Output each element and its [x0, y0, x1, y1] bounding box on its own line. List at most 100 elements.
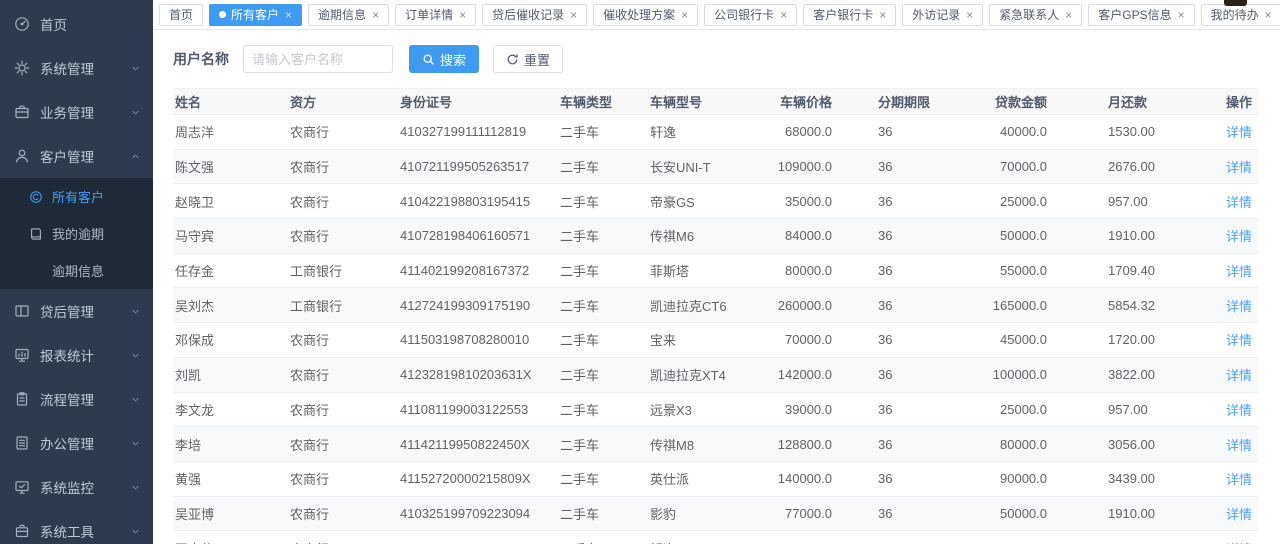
cell-term: 36 — [838, 392, 943, 427]
tab-label: 客户银行卡 — [813, 6, 873, 23]
cell-model: 传祺M6 — [648, 219, 768, 254]
close-icon[interactable]: × — [285, 9, 292, 21]
detail-link[interactable]: 详情 — [1226, 229, 1252, 244]
detail-link[interactable]: 详情 — [1226, 472, 1252, 487]
cell-monthly: 5854.32 — [1053, 288, 1168, 323]
tab-贷后催收记录[interactable]: 贷后催收记录 × — [482, 4, 587, 26]
reset-button[interactable]: 重置 — [493, 45, 563, 73]
cell-price: 35000.0 — [768, 184, 838, 219]
cell-loan: 55000.0 — [943, 253, 1053, 288]
tab-紧急联系人[interactable]: 紧急联系人× — [989, 4, 1082, 26]
cell-name: 李培 — [173, 427, 288, 462]
cell-loan: 45000.0 — [943, 323, 1053, 358]
chevron-down-icon — [130, 63, 141, 74]
cell-funder: 农商行 — [288, 323, 398, 358]
close-icon[interactable]: × — [966, 9, 973, 21]
cell-loan: 25000.0 — [943, 184, 1053, 219]
close-icon[interactable]: × — [570, 9, 577, 21]
tab-订单详情[interactable]: 订单详情× — [395, 4, 476, 26]
cell-name: 刘凯 — [173, 357, 288, 392]
detail-link[interactable]: 详情 — [1226, 299, 1252, 314]
close-icon[interactable]: × — [459, 9, 466, 21]
cell-name: 王志伟 — [173, 531, 288, 544]
content-panel: 用户名称 搜索 重置 姓名资方身份证号车辆类型车辆型号车辆价格分期期限贷款金额月… — [153, 30, 1280, 544]
sidebar-item-系统管理[interactable]: 系统管理 — [0, 46, 153, 90]
tab-label: 贷后催收记录 — [492, 6, 564, 23]
cell-model: 英仕派 — [648, 461, 768, 496]
sidebar-item-label: 系统监控 — [40, 477, 130, 497]
cell-funder: 农商行 — [288, 496, 398, 531]
tab-我的待办[interactable]: 我的待办 × — [1201, 4, 1280, 26]
briefcase-icon — [14, 104, 30, 120]
cell-id_no: 410728198406160571 — [398, 219, 558, 254]
detail-link[interactable]: 详情 — [1226, 195, 1252, 210]
cell-name: 马守宾 — [173, 219, 288, 254]
cell-actions: 详情 — [1168, 461, 1258, 496]
close-icon[interactable]: × — [1065, 9, 1072, 21]
tab-催收处理方案[interactable]: 催收处理方案× — [593, 4, 698, 26]
tab-首页[interactable]: 首页 — [159, 4, 203, 26]
cell-actions: 详情 — [1168, 149, 1258, 184]
close-icon[interactable]: × — [780, 9, 787, 21]
sidebar-item-首页[interactable]: 首页 — [0, 2, 153, 46]
report-icon — [14, 347, 30, 363]
sidebar-item-系统监控[interactable]: 系统监控 — [0, 465, 153, 509]
sidebar-item-流程管理[interactable]: 流程管理 — [0, 377, 153, 421]
search-form: 用户名称 搜索 重置 — [173, 30, 1260, 88]
tab-公司银行卡[interactable]: 公司银行卡× — [704, 4, 797, 26]
cell-loan: 80000.0 — [943, 427, 1053, 462]
detail-link[interactable]: 详情 — [1226, 403, 1252, 418]
cell-monthly: 1910.00 — [1053, 219, 1168, 254]
detail-link[interactable]: 详情 — [1226, 368, 1252, 383]
detail-link[interactable]: 详情 — [1226, 264, 1252, 279]
sidebar-item-系统工具[interactable]: 系统工具 — [0, 509, 153, 544]
column-header-月还款: 月还款 — [1053, 89, 1168, 115]
cell-vehicle_type: 二手车 — [558, 427, 648, 462]
detail-link[interactable]: 详情 — [1226, 125, 1252, 140]
column-header-车辆价格: 车辆价格 — [768, 89, 838, 115]
close-icon[interactable]: × — [879, 9, 886, 21]
search-field-label: 用户名称 — [173, 49, 229, 69]
cell-actions: 详情 — [1168, 219, 1258, 254]
tab-外访记录[interactable]: 外访记录× — [902, 4, 983, 26]
cell-vehicle_type: 二手车 — [558, 219, 648, 254]
cell-model: 轩逸 — [648, 531, 768, 544]
detail-link[interactable]: 详情 — [1226, 160, 1252, 175]
cell-monthly: 1530.00 — [1053, 531, 1168, 544]
close-icon[interactable]: × — [1265, 9, 1272, 21]
tab-客户GPS信息[interactable]: 客户GPS信息× — [1088, 4, 1194, 26]
search-button[interactable]: 搜索 — [409, 45, 479, 73]
sidebar-item-业务管理[interactable]: 业务管理 — [0, 90, 153, 134]
sidebar-item-贷后管理[interactable]: 贷后管理 — [0, 289, 153, 333]
cell-vehicle_type: 二手车 — [558, 184, 648, 219]
sidebar-item-办公管理[interactable]: 办公管理 — [0, 421, 153, 465]
table-row: 吴刘杰工商银行412724199309175190二手车凯迪拉克CT626000… — [173, 288, 1258, 323]
table-row: 陈文强农商行410721199505263517二手车长安UNI-T109000… — [173, 149, 1258, 184]
tab-label: 首页 — [169, 6, 193, 23]
close-icon[interactable]: × — [1178, 9, 1185, 21]
cell-actions: 详情 — [1168, 184, 1258, 219]
sidebar-item-报表统计[interactable]: 报表统计 — [0, 333, 153, 377]
cell-name: 李文龙 — [173, 392, 288, 427]
cell-term: 36 — [838, 357, 943, 392]
close-icon[interactable]: × — [372, 9, 379, 21]
tab-逾期信息[interactable]: 逾期信息× — [308, 4, 389, 26]
detail-link[interactable]: 详情 — [1226, 333, 1252, 348]
close-icon[interactable]: × — [681, 9, 688, 21]
detail-link[interactable]: 详情 — [1226, 438, 1252, 453]
tab-客户银行卡[interactable]: 客户银行卡 × — [803, 4, 896, 26]
search-input[interactable] — [243, 45, 393, 73]
cell-loan: 165000.0 — [943, 288, 1053, 323]
tab-所有客户[interactable]: 所有客户× — [209, 4, 302, 26]
cell-price: 260000.0 — [768, 288, 838, 323]
cell-name: 赵晓卫 — [173, 184, 288, 219]
sidebar-subitem-label: 我的逾期 — [52, 224, 104, 243]
sidebar-subitem-逾期信息[interactable]: 逾期信息 — [0, 252, 153, 289]
sidebar-item-客户管理[interactable]: 客户管理 — [0, 134, 153, 178]
detail-link[interactable]: 详情 — [1226, 507, 1252, 522]
tab-label: 我的待办 — [1211, 6, 1259, 23]
sidebar-subitem-我的逾期[interactable]: 我的逾期 — [0, 215, 153, 252]
avatar[interactable] — [1224, 0, 1247, 6]
cell-monthly: 3822.00 — [1053, 357, 1168, 392]
sidebar-subitem-所有客户[interactable]: 所有客户 — [0, 178, 153, 215]
